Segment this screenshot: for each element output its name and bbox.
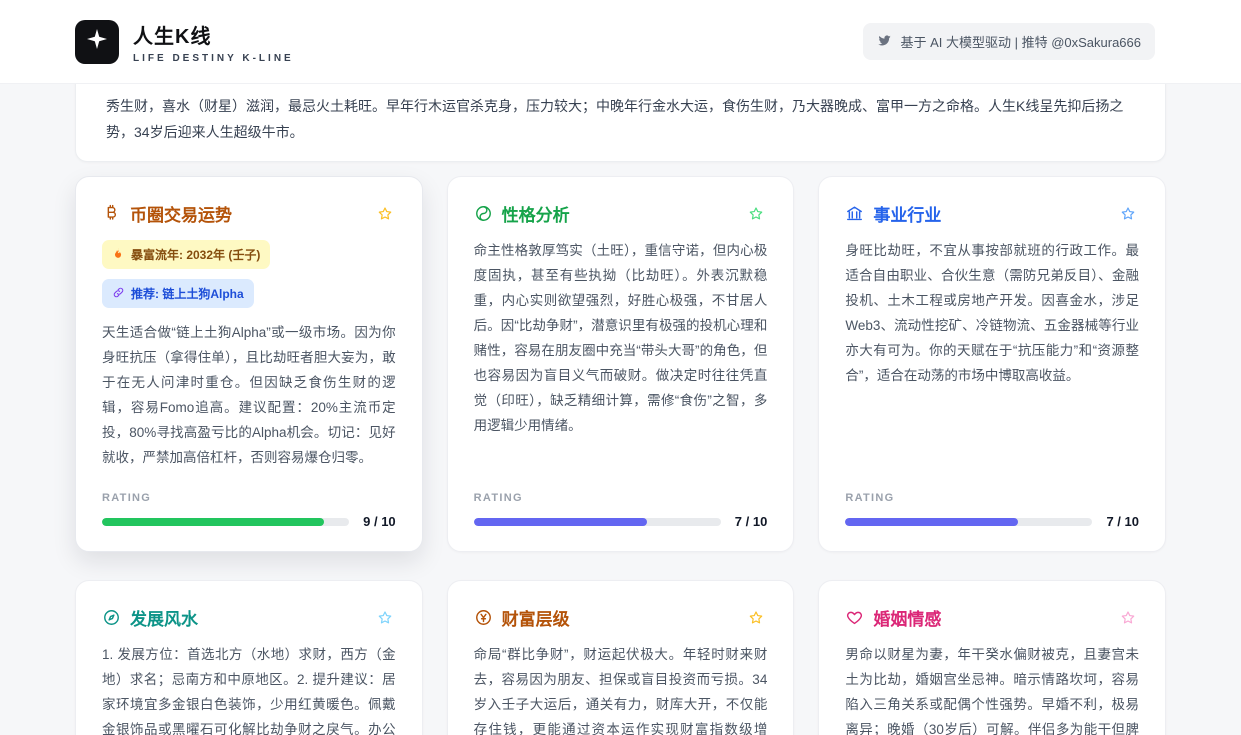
rating-score: 7 / 10 — [1106, 514, 1139, 529]
rating-section: RATING 7 / 10 — [845, 470, 1139, 529]
analysis-card-grid: 币圈交易运势 暴富流年: 2032年 (壬子) — [75, 176, 1166, 735]
app-header: 人生K线 LIFE DESTINY K-LINE 基于 AI 大模型驱动 | 推… — [0, 0, 1241, 84]
rating-bar — [474, 518, 721, 526]
card-crypto-trading: 币圈交易运势 暴富流年: 2032年 (壬子) — [75, 176, 423, 552]
card-body: 命局“群比争财”，财运起伏极大。年轻时财来财去，容易因为朋友、担保或盲目投资而亏… — [474, 642, 768, 735]
card-personality: 性格分析 命主性格敦厚笃实（土旺），重信守诺，但内心极度固执，甚至有些执拗（比劫… — [447, 176, 795, 552]
card-wealth: 财富层级 命局“群比争财”，财运起伏极大。年轻时财来财去，容易因为朋友、担保或盲… — [447, 580, 795, 735]
page: 人生K线 LIFE DESTINY K-LINE 基于 AI 大模型驱动 | 推… — [0, 0, 1241, 735]
destiny-summary-text: 秀生财，喜水（财星）滋润，最忌火土耗旺。早年行木运官杀克身，压力较大；中晚年行金… — [106, 93, 1135, 145]
flame-icon — [112, 247, 125, 263]
app-subtitle: LIFE DESTINY K-LINE — [133, 53, 294, 64]
lucky-year-badge: 暴富流年: 2032年 (壬子) — [102, 240, 270, 269]
favorite-star-icon[interactable] — [745, 607, 767, 629]
favorite-star-icon[interactable] — [745, 203, 767, 225]
powered-by-text: 基于 AI 大模型驱动 | 推特 @0xSakura666 — [900, 32, 1141, 51]
card-body: 命主性格敦厚笃实（土旺），重信守诺，但内心极度固执，甚至有些执拗（比劫旺）。外表… — [474, 238, 768, 438]
rating-section: RATING 7 / 10 — [474, 470, 768, 529]
rating-score: 7 / 10 — [735, 514, 768, 529]
card-title: 婚姻情感 — [873, 605, 941, 630]
sparkle-icon — [85, 27, 109, 56]
rating-bar — [102, 518, 349, 526]
card-title: 事业行业 — [873, 201, 941, 226]
card-marriage: 婚姻情感 男命以财星为妻，年干癸水偏财被克，且妻宫未土为比劫，婚姻宫坐忌神。暗示… — [818, 580, 1166, 735]
favorite-star-icon[interactable] — [1117, 607, 1139, 629]
brand: 人生K线 LIFE DESTINY K-LINE — [75, 20, 294, 64]
twitter-icon — [877, 33, 892, 51]
card-title: 币圈交易运势 — [130, 201, 232, 226]
card-fengshui: 发展风水 1. 发展方位：首选北方（水地）求财，西方（金地）求名；忌南方和中原地… — [75, 580, 423, 735]
card-title: 财富层级 — [502, 605, 570, 630]
favorite-star-icon[interactable] — [374, 607, 396, 629]
card-body: 身旺比劫旺，不宜从事按部就班的行政工作。最适合自由职业、合伙生意（需防兄弟反目）… — [845, 238, 1139, 388]
favorite-star-icon[interactable] — [374, 203, 396, 225]
powered-by-badge[interactable]: 基于 AI 大模型驱动 | 推特 @0xSakura666 — [863, 23, 1155, 60]
heart-icon — [845, 608, 864, 627]
personality-icon — [474, 204, 493, 223]
card-body: 男命以财星为妻，年干癸水偏财被克，且妻宫未土为比劫，婚姻宫坐忌神。暗示情路坎坷，… — [845, 642, 1139, 735]
rating-section: RATING 9 / 10 — [102, 470, 396, 529]
card-title: 发展风水 — [130, 605, 198, 630]
recommendation-text: 推荐: 链上土狗Alpha — [131, 285, 244, 302]
rating-label: RATING — [102, 492, 396, 504]
compass-icon — [102, 608, 121, 627]
content: 秀生财，喜水（财星）滋润，最忌火土耗旺。早年行木运官杀克身，压力较大；中晚年行金… — [75, 84, 1166, 735]
rating-label: RATING — [845, 492, 1139, 504]
bitcoin-icon — [102, 204, 121, 223]
card-body: 1. 发展方位：首选北方（水地）求财，西方（金地）求名；忌南方和中原地区。2. … — [102, 642, 396, 735]
recommendation-badge: 推荐: 链上土狗Alpha — [102, 279, 254, 308]
rating-score: 9 / 10 — [363, 514, 396, 529]
card-title: 性格分析 — [502, 201, 570, 226]
app-title: 人生K线 — [133, 20, 294, 49]
card-body: 天生适合做“链上土狗Alpha”或一级市场。因为你身旺抗压（拿得住单），且比劫旺… — [102, 320, 396, 470]
link-icon — [112, 286, 125, 302]
rating-label: RATING — [474, 492, 768, 504]
favorite-star-icon[interactable] — [1117, 203, 1139, 225]
bank-icon — [845, 204, 864, 223]
app-logo — [75, 20, 119, 64]
rating-bar — [845, 518, 1092, 526]
brand-text: 人生K线 LIFE DESTINY K-LINE — [133, 20, 294, 64]
coin-icon — [474, 608, 493, 627]
lucky-year-text: 暴富流年: 2032年 (壬子) — [131, 246, 260, 263]
badge-row: 暴富流年: 2032年 (壬子) 推荐: 链上土狗Alpha — [102, 240, 396, 308]
card-career: 事业行业 身旺比劫旺，不宜从事按部就班的行政工作。最适合自由职业、合伙生意（需防… — [818, 176, 1166, 552]
